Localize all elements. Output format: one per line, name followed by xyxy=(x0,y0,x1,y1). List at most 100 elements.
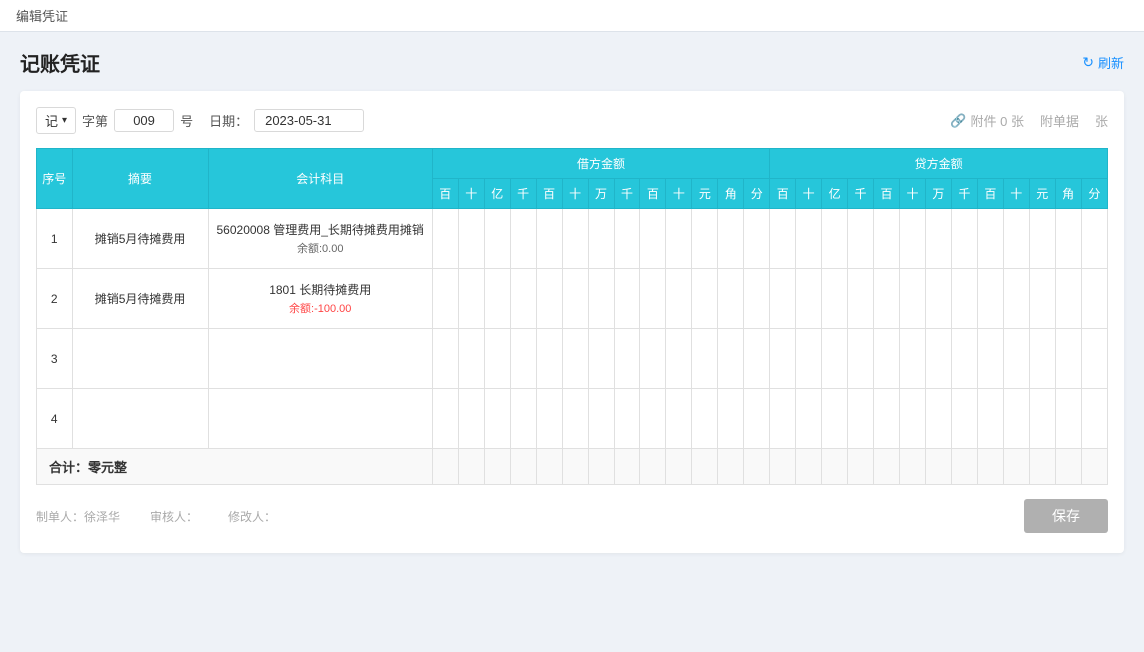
debit-digit-cell[interactable] xyxy=(692,329,718,389)
debit-digit-cell[interactable] xyxy=(718,329,744,389)
table-row[interactable]: 1摊销5月待摊费用56020008 管理费用_长期待摊费用摊销余额:0.00 xyxy=(37,209,1108,269)
credit-digit-cell[interactable] xyxy=(1081,389,1107,449)
debit-digit-cell[interactable] xyxy=(510,269,536,329)
credit-digit-cell[interactable] xyxy=(899,209,925,269)
credit-digit-cell[interactable] xyxy=(848,329,874,389)
credit-digit-cell[interactable] xyxy=(1003,329,1029,389)
debit-digit-cell[interactable] xyxy=(536,209,562,269)
debit-digit-cell[interactable] xyxy=(484,269,510,329)
credit-digit-cell[interactable] xyxy=(822,329,848,389)
credit-digit-cell[interactable] xyxy=(822,389,848,449)
row-summary[interactable] xyxy=(72,329,208,389)
debit-digit-cell[interactable] xyxy=(432,389,458,449)
credit-digit-cell[interactable] xyxy=(874,269,900,329)
debit-digit-cell[interactable] xyxy=(692,389,718,449)
table-row[interactable]: 3 xyxy=(37,329,1108,389)
debit-digit-cell[interactable] xyxy=(562,209,588,269)
credit-digit-cell[interactable] xyxy=(899,389,925,449)
debit-digit-cell[interactable] xyxy=(562,389,588,449)
debit-digit-cell[interactable] xyxy=(484,209,510,269)
debit-digit-cell[interactable] xyxy=(510,329,536,389)
debit-digit-cell[interactable] xyxy=(484,329,510,389)
credit-digit-cell[interactable] xyxy=(848,209,874,269)
credit-digit-cell[interactable] xyxy=(770,389,796,449)
debit-digit-cell[interactable] xyxy=(718,209,744,269)
credit-digit-cell[interactable] xyxy=(770,329,796,389)
debit-digit-cell[interactable] xyxy=(510,209,536,269)
debit-digit-cell[interactable] xyxy=(718,389,744,449)
debit-digit-cell[interactable] xyxy=(614,269,640,329)
debit-digit-cell[interactable] xyxy=(588,209,614,269)
row-account[interactable] xyxy=(208,389,432,449)
voucher-number-input[interactable] xyxy=(114,109,174,132)
credit-digit-cell[interactable] xyxy=(822,209,848,269)
credit-digit-cell[interactable] xyxy=(1029,389,1055,449)
credit-digit-cell[interactable] xyxy=(1029,269,1055,329)
credit-digit-cell[interactable] xyxy=(899,329,925,389)
debit-digit-cell[interactable] xyxy=(458,209,484,269)
row-account[interactable] xyxy=(208,329,432,389)
debit-digit-cell[interactable] xyxy=(510,389,536,449)
attachment-link[interactable]: 🔗 附件 0 张 xyxy=(950,111,1024,130)
debit-digit-cell[interactable] xyxy=(666,329,692,389)
debit-digit-cell[interactable] xyxy=(588,389,614,449)
debit-digit-cell[interactable] xyxy=(718,269,744,329)
credit-digit-cell[interactable] xyxy=(977,389,1003,449)
row-summary[interactable]: 摊销5月待摊费用 xyxy=(72,209,208,269)
debit-digit-cell[interactable] xyxy=(614,389,640,449)
credit-digit-cell[interactable] xyxy=(1003,389,1029,449)
credit-digit-cell[interactable] xyxy=(874,389,900,449)
debit-digit-cell[interactable] xyxy=(744,269,770,329)
credit-digit-cell[interactable] xyxy=(796,389,822,449)
credit-digit-cell[interactable] xyxy=(1055,269,1081,329)
debit-digit-cell[interactable] xyxy=(432,209,458,269)
refresh-button[interactable]: ↻ 刷新 xyxy=(1082,53,1124,72)
credit-digit-cell[interactable] xyxy=(1029,329,1055,389)
debit-digit-cell[interactable] xyxy=(458,329,484,389)
debit-digit-cell[interactable] xyxy=(640,269,666,329)
credit-digit-cell[interactable] xyxy=(925,269,951,329)
debit-digit-cell[interactable] xyxy=(640,209,666,269)
credit-digit-cell[interactable] xyxy=(796,269,822,329)
debit-digit-cell[interactable] xyxy=(666,389,692,449)
credit-digit-cell[interactable] xyxy=(977,209,1003,269)
date-input[interactable] xyxy=(254,109,364,132)
credit-digit-cell[interactable] xyxy=(1055,209,1081,269)
credit-digit-cell[interactable] xyxy=(925,389,951,449)
credit-digit-cell[interactable] xyxy=(770,269,796,329)
credit-digit-cell[interactable] xyxy=(796,329,822,389)
debit-digit-cell[interactable] xyxy=(692,209,718,269)
credit-digit-cell[interactable] xyxy=(899,269,925,329)
ji-select[interactable]: 记 ▾ xyxy=(36,107,76,134)
credit-digit-cell[interactable] xyxy=(1003,269,1029,329)
row-summary[interactable] xyxy=(72,389,208,449)
debit-digit-cell[interactable] xyxy=(614,329,640,389)
debit-digit-cell[interactable] xyxy=(666,269,692,329)
credit-digit-cell[interactable] xyxy=(848,269,874,329)
credit-digit-cell[interactable] xyxy=(1003,209,1029,269)
table-row[interactable]: 2摊销5月待摊费用1801 长期待摊费用余额:-100.00 xyxy=(37,269,1108,329)
credit-digit-cell[interactable] xyxy=(822,269,848,329)
debit-digit-cell[interactable] xyxy=(692,269,718,329)
credit-digit-cell[interactable] xyxy=(1055,389,1081,449)
debit-digit-cell[interactable] xyxy=(588,269,614,329)
credit-digit-cell[interactable] xyxy=(874,209,900,269)
credit-digit-cell[interactable] xyxy=(951,329,977,389)
debit-digit-cell[interactable] xyxy=(536,389,562,449)
credit-digit-cell[interactable] xyxy=(977,329,1003,389)
credit-digit-cell[interactable] xyxy=(951,209,977,269)
credit-digit-cell[interactable] xyxy=(848,389,874,449)
debit-digit-cell[interactable] xyxy=(458,389,484,449)
credit-digit-cell[interactable] xyxy=(925,209,951,269)
credit-digit-cell[interactable] xyxy=(1081,269,1107,329)
credit-digit-cell[interactable] xyxy=(1029,209,1055,269)
debit-digit-cell[interactable] xyxy=(484,389,510,449)
credit-digit-cell[interactable] xyxy=(977,269,1003,329)
debit-digit-cell[interactable] xyxy=(432,329,458,389)
debit-digit-cell[interactable] xyxy=(666,209,692,269)
credit-digit-cell[interactable] xyxy=(951,389,977,449)
credit-digit-cell[interactable] xyxy=(796,209,822,269)
debit-digit-cell[interactable] xyxy=(458,269,484,329)
credit-digit-cell[interactable] xyxy=(951,269,977,329)
debit-digit-cell[interactable] xyxy=(588,329,614,389)
